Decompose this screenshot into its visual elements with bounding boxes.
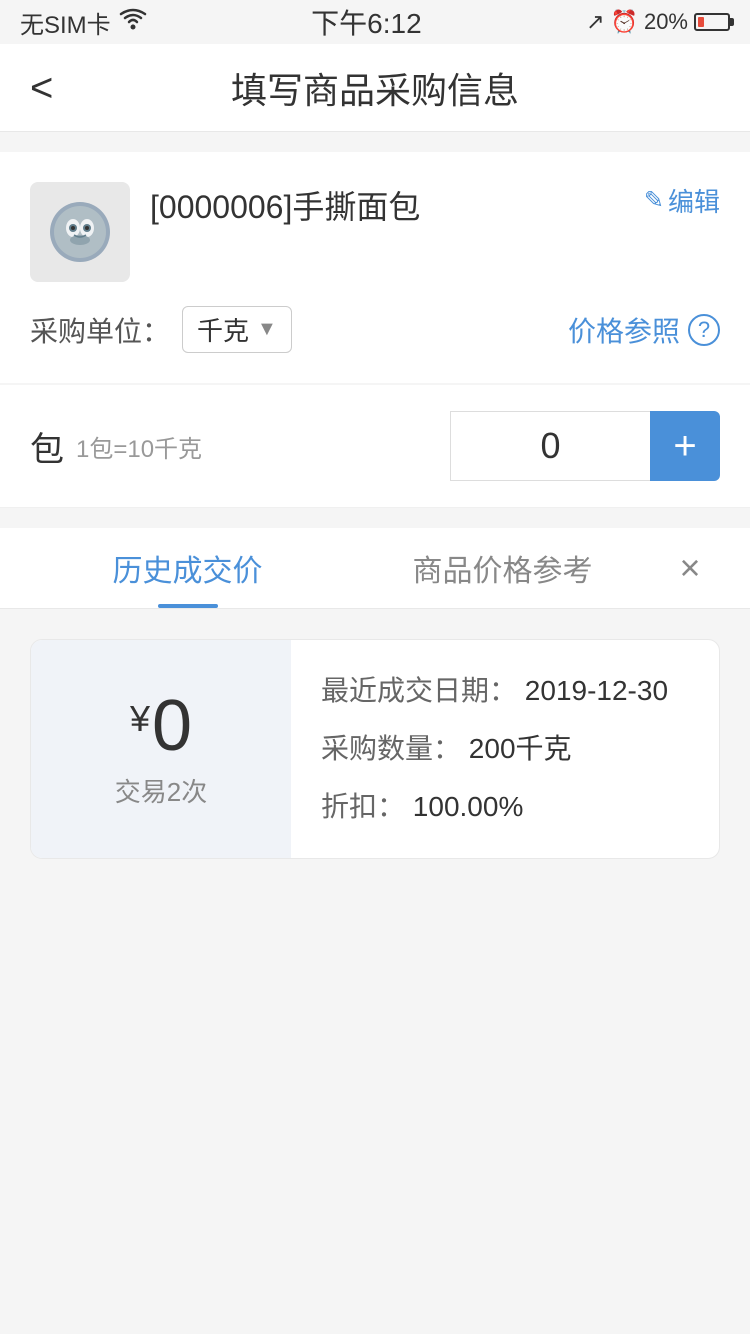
edit-button[interactable]: ✎ 编辑	[644, 182, 720, 219]
deal-price: ¥ 0	[130, 690, 192, 762]
purchase-qty-value: 200千克	[469, 733, 572, 764]
deal-discount: 折扣： 100.00%	[321, 786, 689, 828]
status-bar: 无SIM卡 下午6:12 ↗ ⏰ 20%	[0, 0, 750, 44]
currency-symbol: ¥	[130, 698, 150, 740]
recent-date-value: 2019-12-30	[525, 675, 668, 706]
quantity-plus-button[interactable]: +	[650, 411, 720, 481]
product-left: [0000006]手撕面包	[30, 182, 420, 282]
product-image	[30, 182, 130, 282]
product-name: [0000006]手撕面包	[150, 182, 420, 228]
status-time: 下午6:12	[311, 2, 422, 42]
unit-dropdown[interactable]: 千克 ▼	[182, 306, 292, 353]
battery-percentage: 20%	[644, 9, 688, 35]
edit-icon: ✎	[644, 186, 664, 215]
deal-recent-date: 最近成交日期： 2019-12-30	[321, 670, 689, 712]
dropdown-arrow-icon: ▼	[257, 318, 277, 341]
status-right: ↗ ⏰ 20%	[586, 9, 730, 35]
product-thumbnail	[50, 202, 110, 262]
deal-card: ¥ 0 交易2次 最近成交日期： 2019-12-30 采购数量： 200千克 …	[30, 639, 720, 859]
quantity-input[interactable]: 0	[450, 411, 650, 481]
deal-count: 交易2次	[115, 772, 207, 809]
deal-card-right: 最近成交日期： 2019-12-30 采购数量： 200千克 折扣： 100.0…	[291, 640, 719, 858]
tabs-section: 历史成交价 商品价格参考 ×	[0, 528, 750, 609]
battery-icon	[694, 13, 730, 31]
help-icon: ?	[688, 314, 720, 346]
page-title: 填写商品采购信息	[231, 62, 519, 114]
unit-section: 采购单位： 千克 ▼	[30, 306, 292, 353]
purchase-qty-label: 采购数量：	[321, 733, 461, 764]
deal-purchase-qty: 采购数量： 200千克	[321, 728, 689, 770]
deal-card-left: ¥ 0 交易2次	[31, 640, 291, 858]
quantity-unit-label: 包	[30, 422, 64, 471]
quantity-right: 0 +	[450, 411, 720, 481]
price-reference-button[interactable]: 价格参照 ?	[568, 310, 720, 350]
tab-price-reference[interactable]: 商品价格参考	[345, 528, 660, 608]
quantity-section: 包 1包=10千克 0 +	[0, 385, 750, 508]
quantity-left: 包 1包=10千克	[30, 422, 202, 471]
unit-value: 千克	[197, 311, 249, 348]
discount-value: 100.00%	[413, 791, 524, 822]
tab-history-price[interactable]: 历史成交价	[30, 528, 345, 608]
wifi-icon	[119, 8, 147, 37]
nav-bar: < 填写商品采购信息	[0, 44, 750, 132]
product-bottom: 采购单位： 千克 ▼ 价格参照 ?	[30, 306, 720, 353]
product-top: [0000006]手撕面包 ✎ 编辑	[30, 182, 720, 282]
content-area: ¥ 0 交易2次 最近成交日期： 2019-12-30 采购数量： 200千克 …	[0, 609, 750, 889]
product-card: [0000006]手撕面包 ✎ 编辑 采购单位： 千克 ▼ 价格参照 ?	[0, 152, 750, 383]
price-ref-label: 价格参照	[568, 310, 680, 350]
unit-label: 采购单位：	[30, 310, 170, 350]
back-button[interactable]: <	[30, 68, 53, 108]
recent-date-label: 最近成交日期：	[321, 675, 517, 706]
status-left: 无SIM卡	[20, 5, 147, 40]
deal-amount: 0	[152, 690, 192, 762]
tab-close-button[interactable]: ×	[660, 538, 720, 598]
alarm-icon: ⏰	[611, 9, 638, 35]
location-icon: ↗	[586, 9, 604, 35]
discount-label: 折扣：	[321, 791, 405, 822]
signal-label: 无SIM卡	[20, 5, 111, 40]
quantity-hint: 1包=10千克	[76, 429, 202, 464]
